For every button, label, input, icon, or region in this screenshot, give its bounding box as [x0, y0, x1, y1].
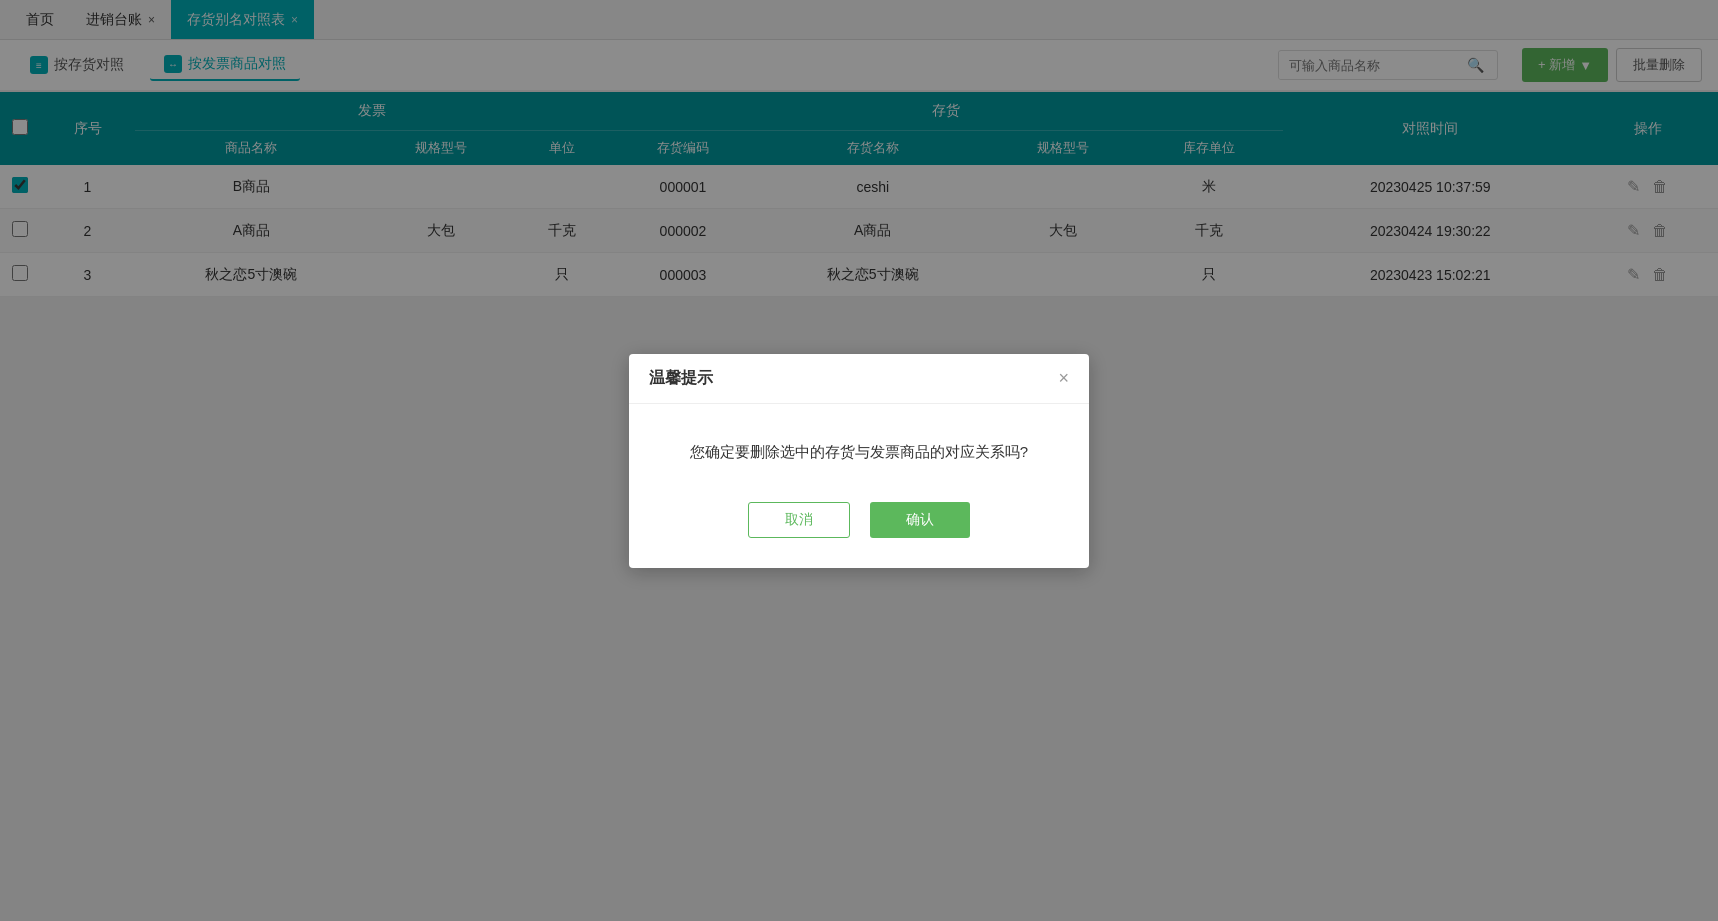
modal-overlay: 温馨提示 × 您确定要删除选中的存货与发票商品的对应关系吗? 取消 确认	[0, 0, 1718, 297]
